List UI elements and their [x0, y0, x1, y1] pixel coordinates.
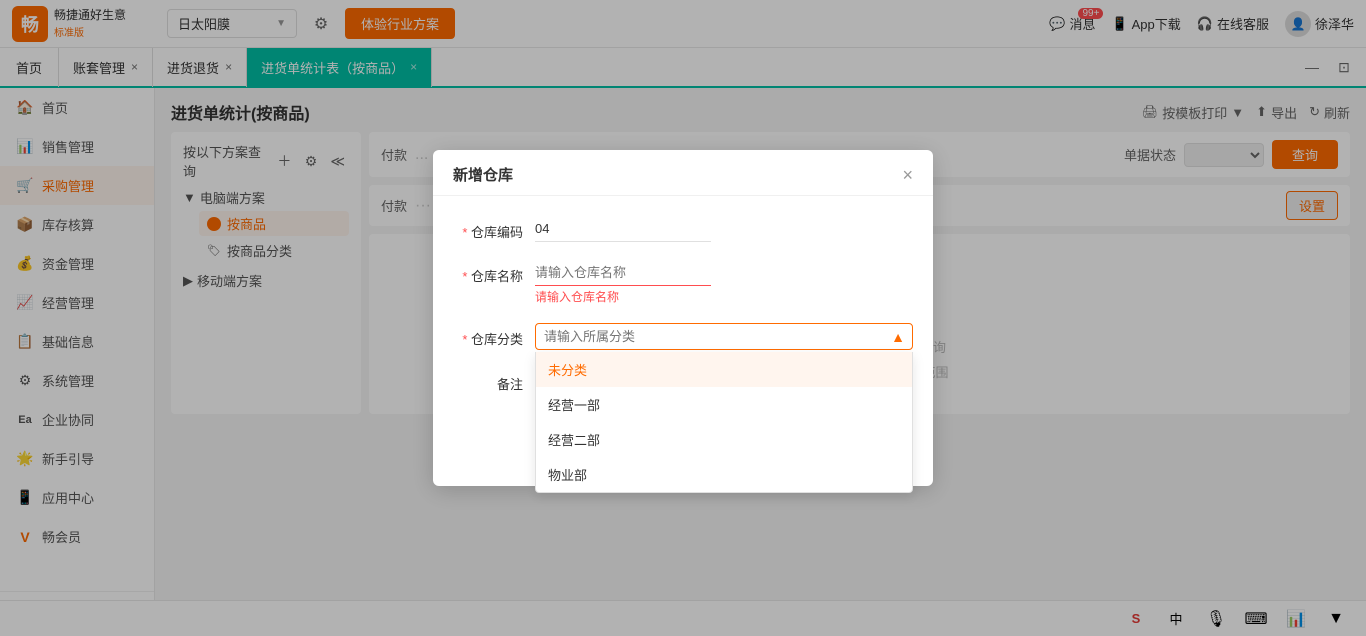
remarks-label: 备注 — [453, 368, 523, 393]
category-select-wrapper: ▲ 未分类 经营一部 经营二部 物业部 — [535, 323, 913, 350]
name-label: 仓库名称 — [453, 260, 523, 285]
category-input[interactable] — [535, 323, 913, 350]
chevron-up-icon[interactable]: ▲ — [891, 329, 905, 345]
dropdown-item-property[interactable]: 物业部 — [536, 457, 912, 492]
code-row: 仓库编码 — [453, 216, 913, 242]
name-input-wrapper: 请输入仓库名称 — [535, 260, 913, 305]
code-input-wrapper — [535, 216, 913, 242]
modal-title: 新增仓库 — [453, 164, 513, 185]
code-input[interactable] — [535, 216, 711, 242]
dropdown-item-ops1[interactable]: 经营一部 — [536, 387, 912, 422]
dropdown-item-unclassified[interactable]: 未分类 — [536, 352, 912, 387]
name-row: 仓库名称 请输入仓库名称 — [453, 260, 913, 305]
category-dropdown: 未分类 经营一部 经营二部 物业部 — [535, 352, 913, 493]
new-warehouse-modal: 新增仓库 × 仓库编码 仓库名称 请输入仓库名称 仓库分类 ▲ — [433, 150, 933, 486]
modal-close-button[interactable]: × — [902, 166, 913, 184]
dropdown-item-ops2[interactable]: 经营二部 — [536, 422, 912, 457]
code-label: 仓库编码 — [453, 216, 523, 241]
category-label: 仓库分类 — [453, 323, 523, 348]
modal-header: 新增仓库 × — [433, 150, 933, 196]
category-row: 仓库分类 ▲ 未分类 经营一部 经营二部 物业部 — [453, 323, 913, 350]
name-input[interactable] — [535, 260, 711, 286]
modal-body: 仓库编码 仓库名称 请输入仓库名称 仓库分类 ▲ 未分类 经营一部 — [433, 196, 933, 428]
name-error-text: 请输入仓库名称 — [535, 288, 913, 305]
